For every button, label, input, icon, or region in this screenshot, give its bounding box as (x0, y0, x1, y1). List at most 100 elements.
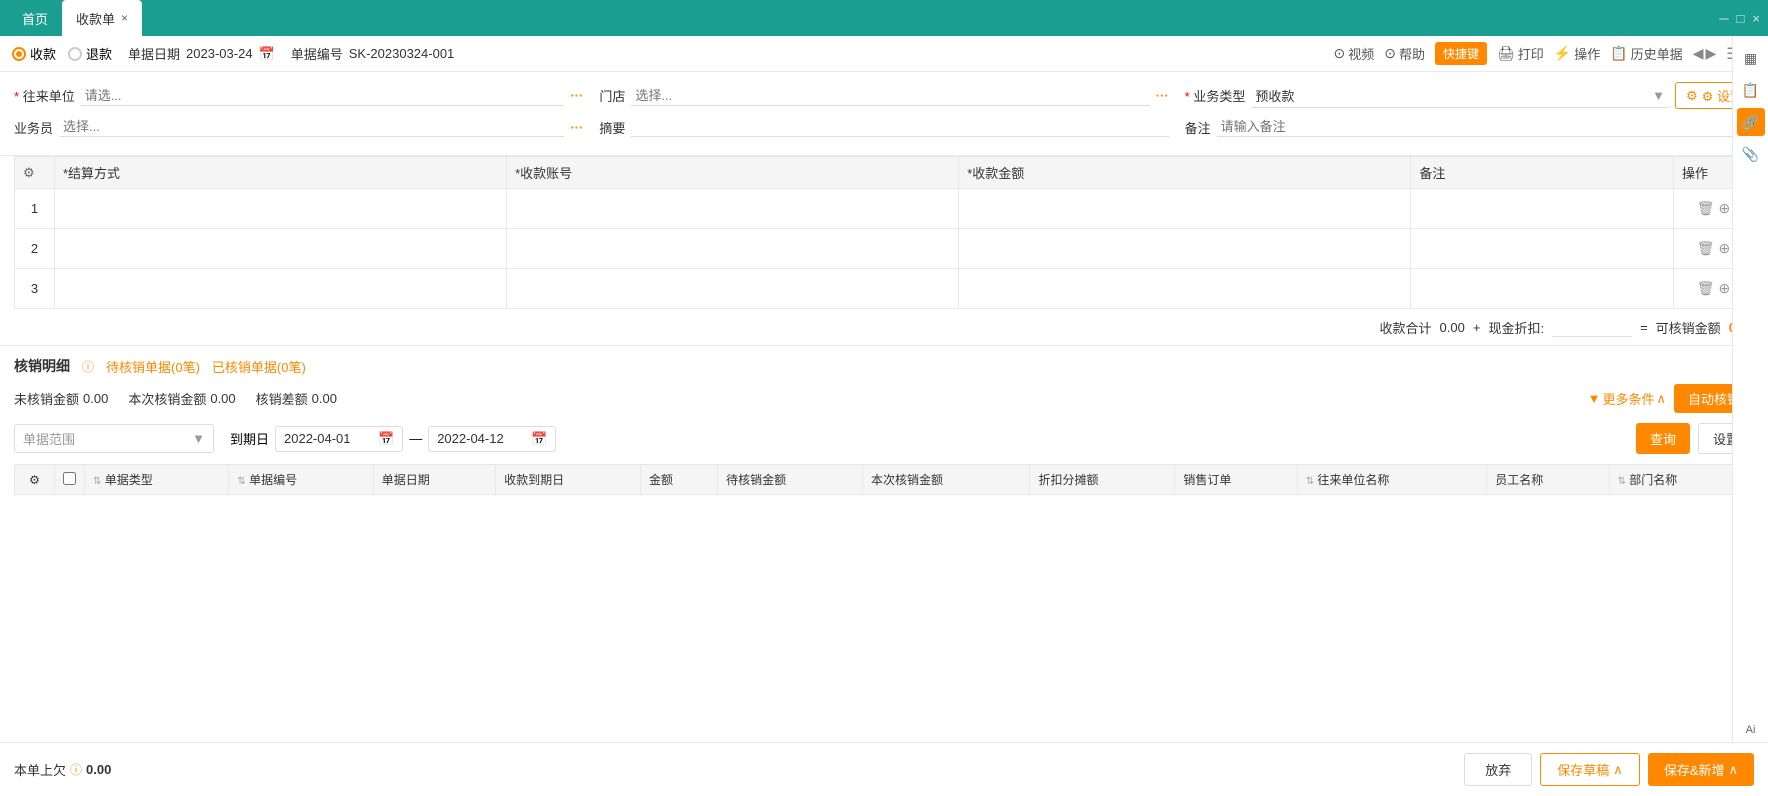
minimize-btn[interactable]: ─ (1719, 11, 1728, 26)
bill-no-field: 单据编号 SK-20230324-001 (291, 44, 455, 63)
store-ellipsis-btn[interactable]: ··· (1156, 88, 1169, 103)
bt-col-settings[interactable]: ⚙ (15, 465, 55, 495)
tab-close-icon[interactable]: × (121, 11, 128, 25)
query-btn[interactable]: 查询 (1636, 423, 1690, 454)
print-btn[interactable]: 🖨 打印 (1497, 44, 1544, 63)
discount-input[interactable] (1552, 317, 1632, 337)
help-btn[interactable]: ⊙ 帮助 (1384, 44, 1425, 63)
calendar-icon[interactable]: 📅 (259, 46, 275, 62)
radio-receipt[interactable]: 收款 (12, 44, 56, 63)
save-new-btn[interactable]: 保存&新增 ∧ (1648, 753, 1754, 786)
tab-verified[interactable]: 已核销单据(0笔) (212, 357, 306, 376)
delete-row-3-icon[interactable]: 🗑 (1697, 280, 1715, 297)
remark-cell-2[interactable] (1411, 229, 1674, 269)
more-filters-btn[interactable]: ▼ 更多条件 ∧ (1588, 389, 1666, 408)
table-row: 1 🗑 ⊕ (15, 189, 1754, 229)
amount-cell-3[interactable] (959, 269, 1411, 309)
nav-right-icon[interactable]: ▶ (1705, 45, 1716, 62)
counterpart-input[interactable] (81, 86, 565, 106)
radio-refund[interactable]: 退款 (68, 44, 112, 63)
stats-row: 未核销金额 0.00 本次核销金额 0.00 核销差额 0.00 ▼ 更多条件 … (14, 384, 1754, 413)
col-settings-header: ⚙ (15, 157, 55, 189)
section-title: 核销明细 (14, 356, 70, 376)
abandon-btn[interactable]: 放弃 (1464, 753, 1532, 786)
date-to-input[interactable] (437, 431, 527, 446)
copy-row-1-icon[interactable]: ⊕ (1719, 200, 1731, 217)
date-from-field: 📅 (275, 426, 403, 452)
col-amount-header: *收款金额 (959, 157, 1411, 189)
account-cell-3[interactable] (507, 269, 959, 309)
operation-btn[interactable]: ⚡ 操作 (1554, 44, 1600, 63)
account-cell-1[interactable] (507, 189, 959, 229)
footer-limit-value: 0.00 (86, 762, 111, 777)
table-row: 3 🗑 ⊕ (15, 269, 1754, 309)
staff-field: 业务员 ··· (14, 117, 583, 137)
copy-row-2-icon[interactable]: ⊕ (1719, 240, 1731, 257)
history-btn[interactable]: 📋 历史单据 (1610, 44, 1682, 63)
store-field: 门店 ··· (599, 86, 1168, 106)
shortcut-highlight-btn[interactable]: 快捷键 (1435, 42, 1487, 65)
shortcut-btn[interactable]: 快捷键 (1435, 42, 1487, 65)
delete-row-1-icon[interactable]: 🗑 (1697, 200, 1715, 217)
summary-field: 摘要 (599, 117, 1168, 137)
nav-left-icon[interactable]: ◀ (1693, 45, 1704, 62)
maximize-btn[interactable]: □ (1737, 11, 1745, 26)
sidebar-ai-label[interactable]: Ai (1746, 724, 1756, 736)
footer-info-icon[interactable]: ⓘ (70, 761, 82, 778)
close-btn[interactable]: × (1752, 11, 1760, 26)
total-value: 0.00 (1440, 320, 1465, 335)
bt-col-checkbox[interactable] (55, 465, 85, 495)
account-cell-2[interactable] (507, 229, 959, 269)
amount-cell-2[interactable] (959, 229, 1411, 269)
info-icon[interactable]: ⓘ (82, 358, 94, 375)
stat-current: 本次核销金额 0.00 (128, 389, 235, 408)
toolbar-right: ⊙ 视频 ⊙ 帮助 快捷键 🖨 打印 ⚡ 操作 📋 历史单据 (1333, 42, 1756, 65)
store-input[interactable] (631, 86, 1149, 106)
business-type-arrow-icon: ▼ (1652, 88, 1665, 103)
calendar-from-icon[interactable]: 📅 (378, 431, 394, 447)
form-area: * 往来单位 ··· 门店 ··· * 业务类型 预收款 ▼ (0, 72, 1768, 156)
bt-col-date: 单据日期 (373, 465, 495, 495)
calendar-to-icon[interactable]: 📅 (531, 431, 547, 447)
settlement-cell-2[interactable] (55, 229, 507, 269)
staff-ellipsis-btn[interactable]: ··· (570, 120, 583, 135)
video-btn[interactable]: ⊙ 视频 (1333, 44, 1374, 63)
select-all-checkbox[interactable] (63, 472, 76, 485)
sidebar-table-icon[interactable]: ▦ (1737, 44, 1765, 72)
bt-col-amount: 金额 (640, 465, 717, 495)
bt-col-counterpart: ⇅ 往来单位名称 (1297, 465, 1487, 495)
operation-icon: ⚡ (1554, 45, 1571, 62)
table-settings-icon[interactable]: ⚙ (23, 165, 35, 180)
settlement-cell-1[interactable] (55, 189, 507, 229)
tab-receipt[interactable]: 收款单 × (62, 0, 142, 36)
amount-cell-1[interactable] (959, 189, 1411, 229)
copy-row-3-icon[interactable]: ⊕ (1719, 280, 1731, 297)
summary-input[interactable] (631, 117, 1168, 137)
date-from-input[interactable] (284, 431, 374, 446)
delete-row-2-icon[interactable]: 🗑 (1697, 240, 1715, 257)
save-draft-btn[interactable]: 保存草稿 ∧ (1540, 753, 1640, 786)
settlement-cell-3[interactable] (55, 269, 507, 309)
remark-input[interactable] (1217, 117, 1754, 137)
window-controls: ─ □ × (1719, 11, 1760, 26)
sidebar-link-icon[interactable]: 🔗 (1737, 108, 1765, 136)
summary-row: 收款合计 0.00 + 现金折扣: = 可核销金额 0.00 (0, 309, 1768, 346)
verification-section: 核销明细 ⓘ 待核销单据(0笔) 已核销单据(0笔) 未核销金额 0.00 本次… (0, 346, 1768, 796)
business-type-field: * 业务类型 预收款 ▼ ⚙ ⚙ 设置 (1185, 82, 1754, 109)
tab-pending[interactable]: 待核销单据(0笔) (106, 357, 200, 376)
remark-cell-1[interactable] (1411, 189, 1674, 229)
sidebar-doc-icon[interactable]: 📋 (1737, 76, 1765, 104)
staff-input[interactable] (59, 117, 564, 137)
scope-select[interactable]: 单据范围 ▼ (14, 424, 214, 453)
radio-group: 收款 退款 (12, 44, 112, 63)
tab-home[interactable]: 首页 (8, 0, 62, 36)
row-num-3: 3 (15, 269, 55, 309)
sidebar-clip-icon[interactable]: 📎 (1737, 140, 1765, 168)
filter-icon: ▼ (1588, 391, 1601, 406)
business-type-select[interactable]: 预收款 ▼ (1251, 84, 1669, 108)
bt-col-sales-order: 销售订单 (1175, 465, 1297, 495)
remark-cell-3[interactable] (1411, 269, 1674, 309)
counterpart-ellipsis-btn[interactable]: ··· (570, 88, 583, 103)
stat-diff: 核销差额 0.00 (256, 389, 337, 408)
bt-col-due-date: 收款到期日 (496, 465, 641, 495)
